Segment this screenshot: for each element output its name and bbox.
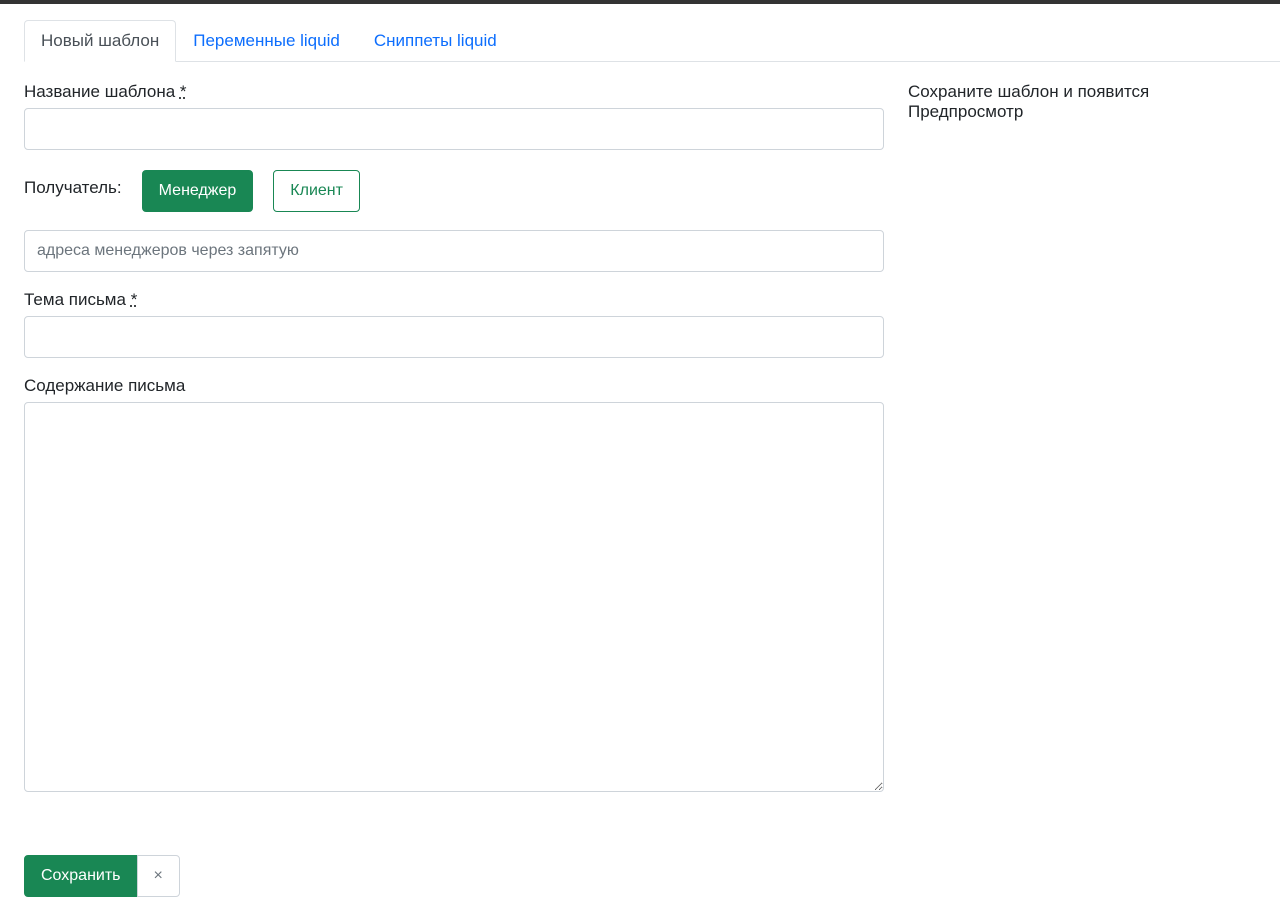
template-name-label: Название шаблона * (24, 82, 187, 102)
tab-new-template[interactable]: Новый шаблон (24, 20, 176, 62)
preview-column: Сохраните шаблон и появится Предпросмотр (908, 82, 1256, 897)
subject-label: Тема письма * (24, 290, 137, 310)
addresses-group (24, 230, 884, 272)
body-label: Содержание письма (24, 376, 185, 396)
required-mark: * (180, 82, 187, 101)
close-icon: × (154, 867, 163, 884)
tabs: Новый шаблон Переменные liquid Сниппеты … (24, 20, 1280, 62)
recipient-row: Получатель: Менеджер Клиент (24, 170, 884, 212)
recipient-manager-button[interactable]: Менеджер (142, 170, 254, 212)
preview-message: Сохраните шаблон и появится Предпросмотр (908, 82, 1256, 122)
tab-liquid-snippets[interactable]: Сниппеты liquid (357, 20, 514, 62)
template-name-group: Название шаблона * (24, 82, 884, 150)
recipient-client-button[interactable]: Клиент (273, 170, 360, 212)
subject-label-text: Тема письма (24, 290, 131, 309)
recipient-label: Получатель: (24, 178, 122, 198)
template-name-input[interactable] (24, 108, 884, 150)
body-textarea[interactable] (24, 402, 884, 792)
content: Название шаблона * Получатель: Менеджер … (0, 62, 1280, 917)
subject-group: Тема письма * (24, 290, 884, 358)
required-mark: * (131, 290, 138, 309)
addresses-input[interactable] (24, 230, 884, 272)
template-name-label-text: Название шаблона (24, 82, 180, 101)
form-column: Название шаблона * Получатель: Менеджер … (24, 82, 884, 897)
tab-liquid-variables[interactable]: Переменные liquid (176, 20, 357, 62)
body-group: Содержание письма (24, 376, 884, 797)
top-bar (0, 0, 1280, 4)
subject-input[interactable] (24, 316, 884, 358)
